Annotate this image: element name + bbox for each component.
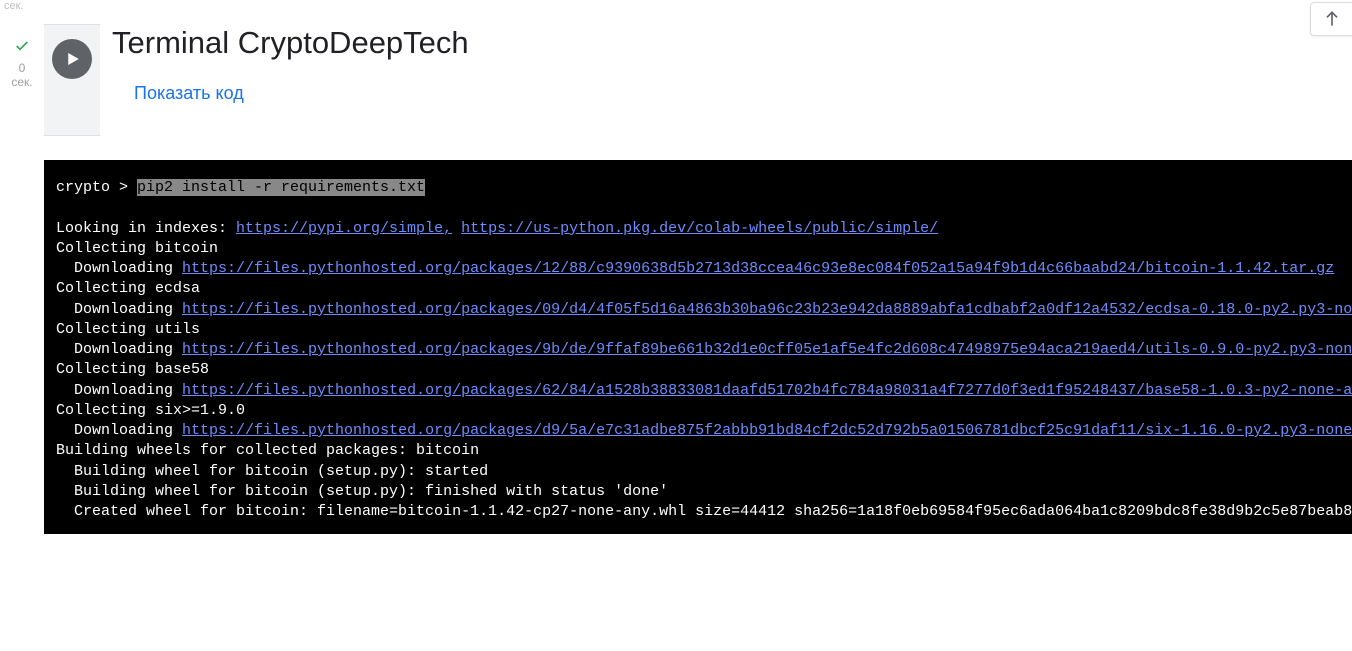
term-line: Looking in indexes: (56, 220, 236, 237)
execution-gutter: 0 сек. (0, 0, 44, 651)
term-line: Collecting six>=1.9.0 (56, 402, 245, 419)
exec-sec-top: сек. (4, 0, 24, 12)
term-line: Downloading (56, 301, 182, 318)
status-check-icon (0, 38, 44, 57)
term-line: Downloading (56, 260, 182, 277)
terminal-command: pip2 install -r requirements.txt (137, 179, 425, 196)
term-line: Downloading (56, 382, 182, 399)
term-line: Collecting ecdsa (56, 280, 200, 297)
term-line: Collecting base58 (56, 361, 209, 378)
terminal-prompt: crypto > (56, 179, 137, 196)
show-code-link[interactable]: Показать код (112, 83, 244, 103)
code-cell: Terminal CryptoDeepTech Показать код cry… (44, 0, 1352, 651)
pkg-link-utils[interactable]: https://files.pythonhosted.org/packages/… (182, 341, 1352, 358)
run-column (44, 24, 100, 136)
move-up-button[interactable] (1315, 3, 1349, 35)
term-line: Building wheel for bitcoin (setup.py): s… (56, 463, 488, 480)
cell-toolbar (1310, 2, 1352, 36)
term-line: Building wheel for bitcoin (setup.py): f… (56, 483, 668, 500)
exec-sec-label: сек. (0, 75, 44, 89)
term-line: Building wheels for collected packages: … (56, 442, 479, 459)
pkg-link-base58[interactable]: https://files.pythonhosted.org/packages/… (182, 382, 1352, 399)
term-line: Collecting utils (56, 321, 200, 338)
pkg-link-ecdsa[interactable]: https://files.pythonhosted.org/packages/… (182, 301, 1352, 318)
pkg-link-bitcoin[interactable]: https://files.pythonhosted.org/packages/… (182, 260, 1334, 277)
exec-count: 0 (0, 61, 44, 75)
run-button[interactable] (52, 39, 92, 79)
term-line: Created wheel for bitcoin: filename=bitc… (56, 503, 1352, 520)
cell-title: Terminal CryptoDeepTech (112, 24, 1352, 61)
index-link-1[interactable]: https://pypi.org/simple, (236, 220, 452, 237)
term-line: Downloading (56, 341, 182, 358)
term-line: Collecting bitcoin (56, 240, 218, 257)
index-link-2[interactable]: https://us-python.pkg.dev/colab-wheels/p… (461, 220, 938, 237)
terminal-output[interactable]: crypto > pip2 install -r requirements.tx… (44, 160, 1352, 534)
term-line: Downloading (56, 422, 182, 439)
pkg-link-six[interactable]: https://files.pythonhosted.org/packages/… (182, 422, 1352, 439)
